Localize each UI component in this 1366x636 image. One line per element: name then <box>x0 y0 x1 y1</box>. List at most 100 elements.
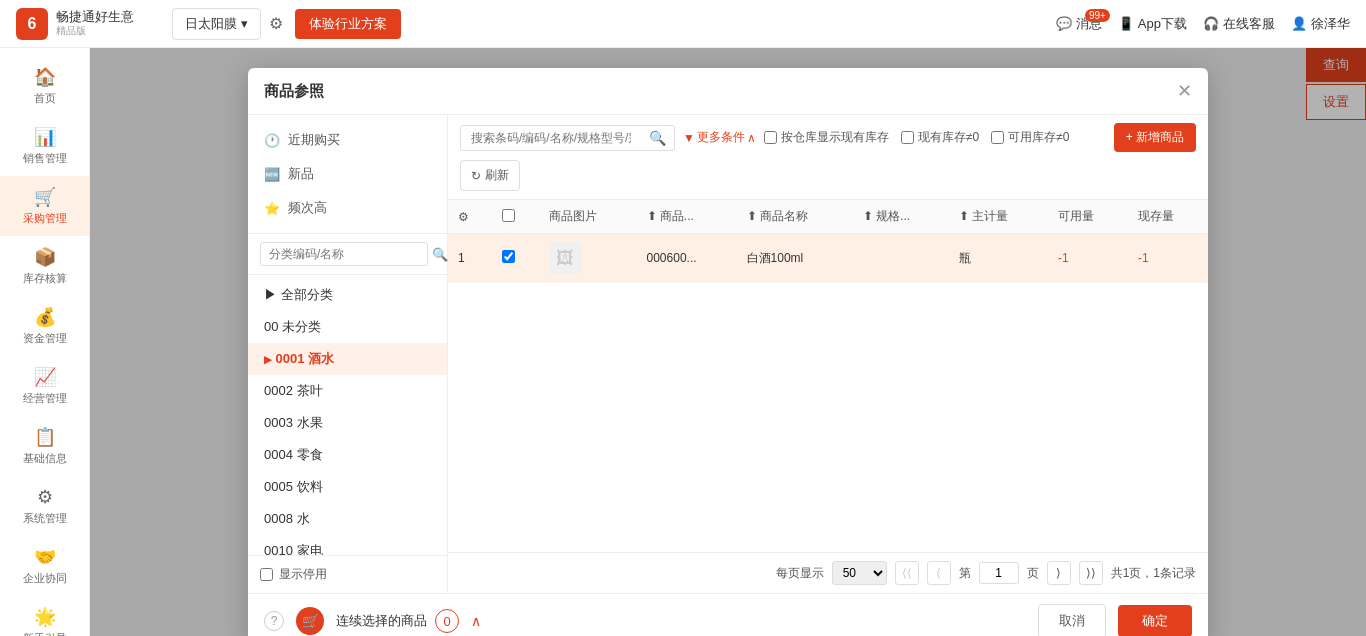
col-settings[interactable]: ⚙ <box>448 200 492 234</box>
nav-icon: 📦 <box>34 246 56 268</box>
page-next-button[interactable]: ⟩ <box>1047 561 1071 585</box>
category-item-all[interactable]: ▶ 全部分类 <box>248 279 447 311</box>
refresh-button[interactable]: ↻ 刷新 <box>460 160 520 191</box>
page-label2: 页 <box>1027 565 1039 582</box>
help-icon[interactable]: ? <box>264 611 284 631</box>
table-header-row: ⚙ 商品图片 ⬆ 商品... ⬆ 商品名称 <box>448 200 1208 234</box>
dialog-toolbar: 🔍 ▼ 更多条件 ∧ 按仓库显示现有库存 <box>448 115 1208 200</box>
collapse-icon[interactable]: ∧ <box>471 613 481 629</box>
check-usable-label[interactable]: 可用库存≠0 <box>991 129 1069 146</box>
check-warehouse[interactable] <box>764 131 777 144</box>
chevron-up-icon: ∧ <box>747 131 756 145</box>
product-thumbnail: 🖼 <box>549 242 581 274</box>
row-unit: 瓶 <box>949 234 1048 283</box>
nav-icon: ⚙ <box>37 486 53 508</box>
col-check <box>492 200 539 234</box>
category-item-0002[interactable]: 0002 茶叶 <box>248 375 447 407</box>
category-item-00[interactable]: 00 未分类 <box>248 311 447 343</box>
col-spec[interactable]: ⬆ 规格... <box>853 200 949 234</box>
content-area: 商品参照 ✕ 🕐近期购买🆕新品⭐频次高 🔍 <box>90 48 1366 636</box>
check-available[interactable] <box>901 131 914 144</box>
dialog-left-panel: 🕐近期购买🆕新品⭐频次高 🔍 ▶ 全部分类00 未分类▶ 0001 酒水0002… <box>248 115 448 593</box>
category-item-0004[interactable]: 0004 零食 <box>248 439 447 471</box>
row-code: 000600... <box>637 234 737 283</box>
category-search-icon[interactable]: 🔍 <box>432 247 448 262</box>
cancel-button[interactable]: 取消 <box>1038 604 1106 636</box>
page-number-input[interactable] <box>979 562 1019 584</box>
row-img: 🖼 <box>539 234 636 283</box>
check-warehouse-label[interactable]: 按仓库显示现有库存 <box>764 129 889 146</box>
trial-button[interactable]: 体验行业方案 <box>295 9 401 39</box>
left-tab-近期购买[interactable]: 🕐近期购买 <box>248 123 447 157</box>
left-nav: 🏠首页📊销售管理🛒采购管理📦库存核算💰资金管理📈经营管理📋基础信息⚙系统管理🤝企… <box>0 48 90 636</box>
row-no: 1 <box>448 234 492 283</box>
add-product-button[interactable]: + 新增商品 <box>1114 123 1196 152</box>
message-icon: 💬 <box>1056 16 1072 31</box>
left-nav-item-首页[interactable]: 🏠首页 <box>0 56 89 116</box>
category-item-0003[interactable]: 0003 水果 <box>248 407 447 439</box>
category-search-input[interactable] <box>260 242 428 266</box>
nav-user[interactable]: 👤 徐泽华 <box>1291 15 1350 33</box>
left-tab-新品[interactable]: 🆕新品 <box>248 157 447 191</box>
left-nav-item-系统管理[interactable]: ⚙系统管理 <box>0 476 89 536</box>
left-nav-item-库存核算[interactable]: 📦库存核算 <box>0 236 89 296</box>
col-name[interactable]: ⬆ 商品名称 <box>737 200 853 234</box>
nav-dropdown[interactable]: 日太阳膜 ▾ <box>172 8 261 40</box>
page-last-button[interactable]: ⟩⟩ <box>1079 561 1103 585</box>
headset-icon: 🎧 <box>1203 16 1219 31</box>
expand-arrow: ▶ <box>264 287 277 302</box>
selection-count: 0 <box>435 609 459 633</box>
nav-support[interactable]: 🎧 在线客服 <box>1203 15 1275 33</box>
check-available-label[interactable]: 现有库存≠0 <box>901 129 979 146</box>
top-nav: 6 畅捷通好生意 精品版 日太阳膜 ▾ ⚙ 体验行业方案 💬 消息 99+ 📱 … <box>0 0 1366 48</box>
page-size-select[interactable]: 50 20 100 <box>832 561 887 585</box>
col-unit[interactable]: ⬆ 主计量 <box>949 200 1048 234</box>
nav-icon: 📋 <box>34 426 56 448</box>
product-search-input[interactable] <box>461 126 641 150</box>
left-nav-item-经营管理[interactable]: 📈经营管理 <box>0 356 89 416</box>
app-icon: 📱 <box>1118 16 1134 31</box>
confirm-button[interactable]: 确定 <box>1118 605 1192 636</box>
nav-app-download[interactable]: 📱 App下载 <box>1118 15 1187 33</box>
select-all-checkbox[interactable] <box>502 209 515 222</box>
page-first-button[interactable]: ⟨⟨ <box>895 561 919 585</box>
left-tab-频次高[interactable]: ⭐频次高 <box>248 191 447 225</box>
row-check[interactable] <box>492 234 539 283</box>
display-disabled-checkbox[interactable] <box>260 568 273 581</box>
nav-icon: 📊 <box>34 126 56 148</box>
left-nav-item-基础信息[interactable]: 📋基础信息 <box>0 416 89 476</box>
page-prev-button[interactable]: ⟨ <box>927 561 951 585</box>
message-badge: 99+ <box>1085 9 1110 22</box>
nav-icon: 🏠 <box>34 66 56 88</box>
left-nav-item-企业协同[interactable]: 🤝企业协同 <box>0 536 89 596</box>
product-search-wrap: 🔍 <box>460 125 675 151</box>
check-usable[interactable] <box>991 131 1004 144</box>
brand-edition: 精品版 <box>56 24 134 38</box>
nav-message[interactable]: 💬 消息 99+ <box>1056 15 1102 33</box>
category-item-0005[interactable]: 0005 饮料 <box>248 471 447 503</box>
left-tabs: 🕐近期购买🆕新品⭐频次高 <box>248 115 447 234</box>
category-item-0001[interactable]: ▶ 0001 酒水 <box>248 343 447 375</box>
brand-name: 畅捷通好生意 <box>56 9 134 25</box>
left-nav-item-采购管理[interactable]: 🛒采购管理 <box>0 176 89 236</box>
total-text: 共1页，1条记录 <box>1111 565 1196 582</box>
dialog-title: 商品参照 <box>264 82 324 101</box>
category-item-0008[interactable]: 0008 水 <box>248 503 447 535</box>
col-code[interactable]: ⬆ 商品... <box>637 200 737 234</box>
filter-button[interactable]: ▼ 更多条件 ∧ <box>683 129 756 146</box>
category-search-bar: 🔍 <box>248 234 447 275</box>
product-search-button[interactable]: 🔍 <box>641 126 674 150</box>
tab-icon: 🕐 <box>264 133 280 148</box>
dialog-close-button[interactable]: ✕ <box>1177 80 1192 102</box>
continuous-select-label: 连续选择的商品 0 <box>336 609 459 633</box>
left-nav-item-销售管理[interactable]: 📊销售管理 <box>0 116 89 176</box>
tab-icon: ⭐ <box>264 201 280 216</box>
left-nav-item-新手引导[interactable]: 🌟新手引导 <box>0 596 89 636</box>
table-row[interactable]: 1 🖼 000600... 白酒100ml 瓶 -1 -1 <box>448 234 1208 283</box>
left-nav-item-资金管理[interactable]: 💰资金管理 <box>0 296 89 356</box>
cart-button[interactable]: 🛒 <box>296 607 324 635</box>
main-layout: 🏠首页📊销售管理🛒采购管理📦库存核算💰资金管理📈经营管理📋基础信息⚙系统管理🤝企… <box>0 48 1366 636</box>
dialog-body: 🕐近期购买🆕新品⭐频次高 🔍 ▶ 全部分类00 未分类▶ 0001 酒水0002… <box>248 115 1208 593</box>
gear-icon[interactable]: ⚙ <box>269 14 283 33</box>
category-item-0010[interactable]: 0010 家电 <box>248 535 447 555</box>
